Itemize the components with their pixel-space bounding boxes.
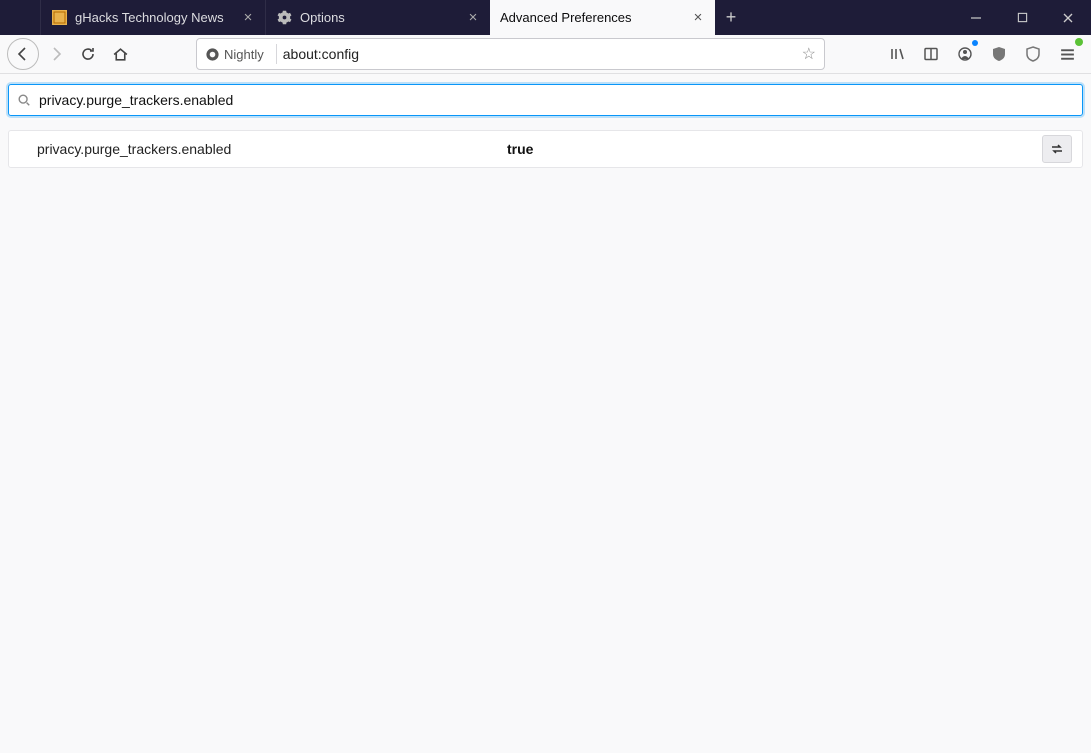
search-icon (17, 93, 31, 107)
toolbar-right (831, 39, 1085, 69)
ublock-icon[interactable] (984, 39, 1014, 69)
minimize-button[interactable] (953, 0, 999, 35)
toggle-button[interactable] (1042, 135, 1072, 163)
reader-icon[interactable] (916, 39, 946, 69)
pref-name: privacy.purge_trackers.enabled (37, 141, 507, 157)
tab-label: Options (300, 10, 464, 25)
window-controls (953, 0, 1091, 35)
reload-button[interactable] (73, 39, 103, 69)
account-icon[interactable] (950, 39, 980, 69)
url-separator (276, 44, 277, 64)
urlbar[interactable]: Nightly about:config ☆ (196, 38, 825, 70)
library-icon[interactable] (882, 39, 912, 69)
settings-favicon (276, 10, 292, 26)
update-dot (1075, 38, 1083, 46)
pref-search-box[interactable] (8, 84, 1083, 116)
new-tab-button[interactable]: + (715, 0, 747, 35)
close-icon[interactable]: × (239, 9, 257, 26)
firefox-icon (205, 47, 220, 62)
navbar: Nightly about:config ☆ (0, 35, 1091, 74)
overflow-menu-icon[interactable] (1052, 39, 1082, 69)
bookmark-star-icon[interactable]: ☆ (800, 44, 818, 64)
close-icon[interactable]: × (464, 9, 482, 26)
back-button[interactable] (7, 38, 39, 70)
site-favicon (51, 10, 67, 26)
titlebar: gHacks Technology News × Options × Advan… (0, 0, 1091, 35)
close-window-button[interactable] (1045, 0, 1091, 35)
tab-1[interactable]: gHacks Technology News × (40, 0, 265, 35)
pref-row[interactable]: privacy.purge_trackers.enabled true (8, 130, 1083, 168)
notification-dot (972, 40, 978, 46)
url-identity[interactable]: Nightly (203, 47, 270, 62)
url-text[interactable]: about:config (283, 46, 800, 62)
tab-label: Advanced Preferences (500, 10, 689, 25)
pref-search-input[interactable] (39, 92, 1074, 108)
tab-3-active[interactable]: Advanced Preferences × (490, 0, 715, 35)
shield-icon[interactable] (1018, 39, 1048, 69)
maximize-button[interactable] (999, 0, 1045, 35)
forward-button[interactable] (41, 39, 71, 69)
identity-label: Nightly (224, 47, 264, 62)
tab-label: gHacks Technology News (75, 10, 239, 25)
close-icon[interactable]: × (689, 9, 707, 26)
toggle-arrows-icon (1049, 141, 1065, 157)
pref-value: true (507, 141, 1042, 157)
home-button[interactable] (105, 39, 135, 69)
about-config-content: privacy.purge_trackers.enabled true (0, 74, 1091, 178)
tab-2[interactable]: Options × (265, 0, 490, 35)
